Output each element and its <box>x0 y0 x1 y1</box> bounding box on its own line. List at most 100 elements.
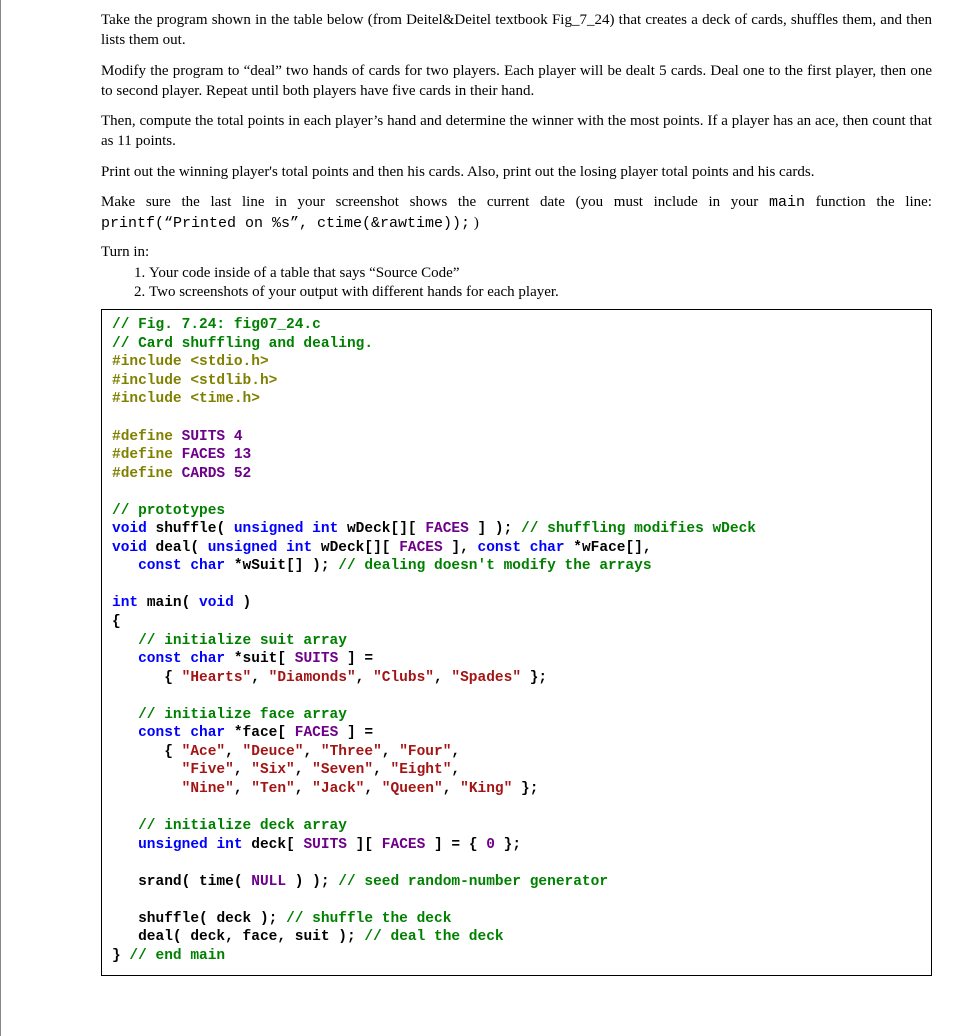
code-text <box>112 707 138 723</box>
code-text: ] = <box>338 651 373 667</box>
code-text: , <box>234 762 251 778</box>
code-text <box>112 818 138 834</box>
code-text: , <box>225 744 242 760</box>
code-keyword: void <box>199 595 234 611</box>
code-keyword: const <box>478 540 522 556</box>
code-text: , <box>234 781 251 797</box>
code-number: 0 <box>486 837 495 853</box>
code-text: ); <box>251 911 286 927</box>
code-keyword: const <box>138 558 182 574</box>
code-text: { <box>112 614 121 630</box>
code-identifier: suit <box>243 651 278 667</box>
code-text: , <box>277 929 294 945</box>
requirements-list: Your code inside of a table that says “S… <box>101 265 932 301</box>
code-text: ) <box>234 595 251 611</box>
code-text: }; <box>512 781 538 797</box>
code-identifier: wDeck <box>347 521 391 537</box>
code-identifier: main <box>147 595 182 611</box>
code-number: 52 <box>234 466 251 482</box>
code-text: }; <box>495 837 521 853</box>
code-string: "Three" <box>321 744 382 760</box>
code-preprocessor: #define <box>112 466 182 482</box>
code-text: ); <box>330 929 365 945</box>
code-string: "Queen" <box>382 781 443 797</box>
code-string: "Seven" <box>312 762 373 778</box>
code-text: * <box>225 651 242 667</box>
code-identifier: deal <box>156 540 191 556</box>
code-keyword: char <box>190 558 225 574</box>
code-comment: // initialize deck array <box>138 818 347 834</box>
code-keyword: char <box>530 540 565 556</box>
code-macro: FACES <box>182 447 226 463</box>
code-comment: // deal the deck <box>364 929 503 945</box>
code-keyword: void <box>112 540 147 556</box>
code-preprocessor: #define <box>112 429 182 445</box>
code-string: "Five" <box>182 762 234 778</box>
code-text <box>225 466 234 482</box>
code-text <box>147 540 156 556</box>
code-comment: // shuffle the deck <box>286 911 451 927</box>
code-text <box>112 762 182 778</box>
paragraph-date: Make sure the last line in your screensh… <box>101 192 932 235</box>
code-macro: FACES <box>399 540 443 556</box>
inline-code-printf: printf(“Printed on %s”, ctime(&rawtime))… <box>101 215 470 232</box>
code-text <box>112 929 138 945</box>
code-keyword: const <box>138 651 182 667</box>
code-keyword: unsigned <box>138 837 208 853</box>
code-text: ( <box>234 874 251 890</box>
code-number: 4 <box>234 429 243 445</box>
code-identifier: srand <box>138 874 182 890</box>
code-keyword: char <box>190 725 225 741</box>
code-identifier: deck <box>216 911 251 927</box>
code-string: "Jack" <box>312 781 364 797</box>
code-preprocessor: #include <box>112 354 190 370</box>
code-text: ], <box>443 540 478 556</box>
code-keyword: unsigned <box>208 540 278 556</box>
code-comment: // initialize suit array <box>138 633 347 649</box>
code-identifier: deck <box>251 837 286 853</box>
code-text: ( <box>182 595 199 611</box>
code-text: , <box>295 781 312 797</box>
document-page: Take the program shown in the table belo… <box>0 0 970 1036</box>
code-keyword: const <box>138 725 182 741</box>
code-comment: // Card shuffling and dealing. <box>112 336 373 352</box>
code-text: ][ <box>347 837 382 853</box>
requirement-item: Your code inside of a table that says “S… <box>149 265 932 282</box>
code-text <box>147 521 156 537</box>
code-text: , <box>451 762 460 778</box>
code-text: , <box>225 929 242 945</box>
code-text: , <box>251 670 268 686</box>
code-text <box>112 781 182 797</box>
code-text: ] ); <box>469 521 521 537</box>
code-text: * <box>565 540 582 556</box>
code-identifier: wDeck <box>321 540 365 556</box>
code-macro: CARDS <box>182 466 226 482</box>
code-text <box>225 447 234 463</box>
code-text: [], <box>625 540 651 556</box>
code-string: "Diamonds" <box>269 670 356 686</box>
text-fragment: ) <box>470 215 479 231</box>
code-macro: NULL <box>251 874 286 890</box>
source-code-box: // Fig. 7.24: fig07_24.c // Card shuffli… <box>101 309 932 976</box>
code-string: "Ace" <box>182 744 226 760</box>
code-text: ] = <box>338 725 373 741</box>
code-preprocessor: #define <box>112 447 182 463</box>
code-text <box>112 837 138 853</box>
code-identifier: time <box>199 874 234 890</box>
code-text <box>112 633 138 649</box>
requirement-item: Two screenshots of your output with diff… <box>149 284 932 301</box>
turn-in-heading: Turn in: <box>101 244 932 261</box>
code-identifier: suit <box>295 929 330 945</box>
code-string: "Clubs" <box>373 670 434 686</box>
code-macro: SUITS <box>303 837 347 853</box>
code-identifier: deal <box>138 929 173 945</box>
code-text: * <box>225 558 242 574</box>
code-comment: // dealing doesn't modify the arrays <box>338 558 651 574</box>
code-text: [][ <box>391 521 426 537</box>
code-text: [][ <box>364 540 399 556</box>
code-text: , <box>443 781 460 797</box>
code-text <box>112 911 138 927</box>
code-string: "King" <box>460 781 512 797</box>
code-identifier: face <box>243 725 278 741</box>
code-text: ( <box>173 929 190 945</box>
